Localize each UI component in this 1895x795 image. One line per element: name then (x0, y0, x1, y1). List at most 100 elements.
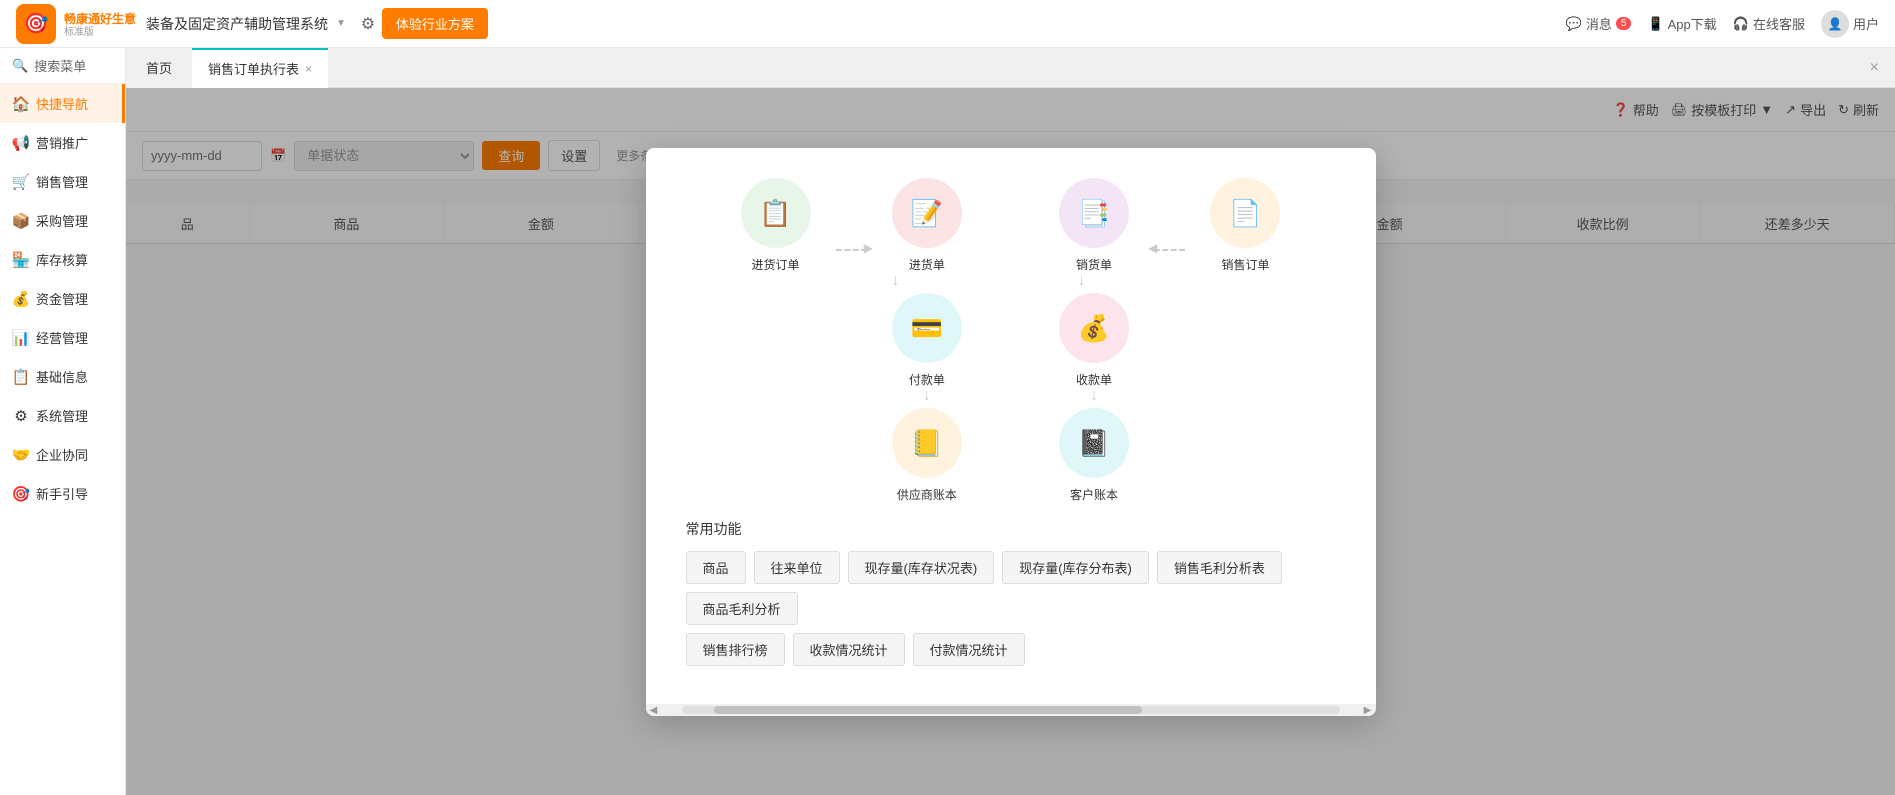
message-badge: 5 (1616, 17, 1632, 30)
scrollbar-thumb[interactable] (714, 706, 1142, 714)
brand-name: 畅康通好生意 (64, 12, 136, 26)
payment-slip-circle: 💳 (892, 293, 962, 363)
arrow-order-to-sales: ◀ (1154, 249, 1185, 273)
down-arrow-purchase-slip: ↓ (836, 273, 956, 289)
flow-customer-account[interactable]: 📓 客户账本 (1034, 408, 1154, 503)
flow-sales-slip[interactable]: 📑 销货单 (1034, 178, 1154, 273)
payment-slip-label: 付款单 (909, 371, 945, 388)
app-download-button[interactable]: 📱 App下载 (1647, 14, 1716, 33)
sidebar-item-operation[interactable]: 📊 经营管理 (0, 318, 125, 357)
sidebar-item-label-purchase: 采购管理 (36, 211, 88, 230)
func-btn-sales-rank[interactable]: 销售排行榜 (686, 633, 785, 666)
sidebar-item-purchase[interactable]: 📦 采购管理 (0, 201, 125, 240)
tab-home-label: 首页 (146, 58, 172, 77)
tab-sales-order[interactable]: 销售订单执行表 × (192, 48, 328, 88)
flow-receipt-slip[interactable]: 💰 收款单 (1034, 293, 1154, 388)
purchase-icon: 📦 (12, 212, 30, 230)
sales-order-circle: 📄 (1210, 178, 1280, 248)
scrollbar-track (682, 706, 1340, 714)
content-body: ❓ 帮助 🖨 按模板打印 ▼ ↗ 导出 ↻ 刷新 (126, 88, 1895, 795)
customer-account-circle: 📓 (1059, 408, 1129, 478)
scroll-left-button[interactable]: ◀ (646, 702, 662, 716)
sidebar-item-basic[interactable]: 📋 基础信息 (0, 357, 125, 396)
basic-icon: 📋 (12, 368, 30, 386)
down-arrow-purchase (716, 273, 836, 289)
func-btn-goods-profit[interactable]: 商品毛利分析 (686, 592, 798, 625)
app-download-label: App下载 (1668, 14, 1717, 33)
flow-supplier-account[interactable]: 📒 供应商账本 (867, 408, 987, 503)
flow-sales-order[interactable]: 📄 销售订单 (1185, 178, 1305, 273)
system-title-text: 装备及固定资产辅助管理系统 (146, 14, 328, 34)
sidebar-item-marketing[interactable]: 📢 营销推广 (0, 123, 125, 162)
down-arrow-receipt: ↓ (1034, 388, 1154, 404)
service-icon: 🎧 (1733, 16, 1749, 32)
purchase-order-circle: 📋 (741, 178, 811, 248)
search-menu-label: 搜索菜单 (34, 56, 86, 75)
func-btn-receipt-stats[interactable]: 收款情况统计 (793, 633, 905, 666)
user-area[interactable]: 👤 用户 (1821, 10, 1879, 38)
operation-icon: 📊 (12, 329, 30, 347)
sidebar-item-system[interactable]: ⚙ 系统管理 (0, 396, 125, 435)
spacer2-col4 (1154, 388, 1185, 404)
sidebar-item-label-newbie: 新手引导 (36, 484, 88, 503)
sidebar-item-inventory[interactable]: 🏪 库存核算 (0, 240, 125, 279)
sidebar-item-quick-nav[interactable]: 🏠 快捷导航 (0, 84, 125, 123)
user-name: 用户 (1853, 14, 1879, 33)
modal-overlay[interactable]: 📋 进货订单 ▶ (126, 88, 1895, 795)
purchase-order-label: 进货订单 (751, 256, 799, 273)
tab-close-icon[interactable]: × (305, 62, 312, 76)
supplier-account-label: 供应商账本 (897, 486, 957, 503)
down-spacer (956, 273, 1022, 289)
func-btn-stock-dist[interactable]: 现存量(库存分布表) (1002, 551, 1149, 584)
brand-sub: 标准版 (64, 27, 136, 39)
flow-purchase-order[interactable]: 📋 进货订单 (716, 178, 836, 273)
flow-purchase-slip[interactable]: 📝 进货单 (867, 178, 987, 273)
top-right-area: 💬 消息 5 📱 App下载 🎧 在线客服 👤 用户 (1566, 10, 1879, 38)
message-button[interactable]: 💬 消息 5 (1566, 14, 1632, 33)
sidebar-item-label-operation: 经营管理 (36, 328, 88, 347)
func-btn-partners[interactable]: 往来单位 (754, 551, 840, 584)
func-btn-payment-stats[interactable]: 付款情况统计 (913, 633, 1025, 666)
sidebar-item-label-cooperation: 企业协同 (36, 445, 88, 464)
supplier-account-circle: 📒 (892, 408, 962, 478)
sidebar-item-label-quick-nav: 快捷导航 (36, 94, 88, 113)
modal-scrollbar: ◀ ▶ (646, 704, 1376, 716)
tab-bar: 首页 销售订单执行表 × × (126, 48, 1895, 88)
scroll-right-button[interactable]: ▶ (1360, 702, 1376, 716)
func-btn-stock-status[interactable]: 现存量(库存状况表) (848, 551, 995, 584)
app-icon: 📱 (1647, 16, 1663, 32)
search-menu[interactable]: 🔍 搜索菜单 (0, 48, 125, 84)
spacer2-col2 (836, 388, 867, 404)
down-arrow-sales-slip: ↓ (1022, 273, 1142, 289)
online-service-button[interactable]: 🎧 在线客服 (1733, 14, 1805, 33)
marketing-icon: 📢 (12, 134, 30, 152)
message-icon: 💬 (1566, 16, 1582, 32)
top-bar: 🎯 畅康通好生意 标准版 装备及固定资产辅助管理系统 ▼ ⚙ 体验行业方案 💬 … (0, 0, 1895, 48)
spacer2-col5 (1185, 388, 1305, 404)
arrow-purchase-to-slip: ▶ (836, 249, 867, 273)
system-dropdown-arrow[interactable]: ▼ (336, 18, 346, 29)
sidebar-item-finance[interactable]: 💰 资金管理 (0, 279, 125, 318)
system-icon: ⚙ (12, 407, 30, 425)
newbie-icon: 🎯 (12, 485, 30, 503)
sales-icon: 🛒 (12, 173, 30, 191)
sidebar-item-cooperation[interactable]: 🤝 企业协同 (0, 435, 125, 474)
receipt-slip-circle: 💰 (1059, 293, 1129, 363)
logo-area: 🎯 畅康通好生意 标准版 (16, 4, 136, 44)
window-close-button[interactable]: × (1854, 51, 1895, 85)
purchase-slip-circle: 📝 (892, 178, 962, 248)
tab-home[interactable]: 首页 (126, 48, 192, 88)
quick-nav-icon: 🏠 (12, 95, 30, 113)
flow-payment-slip[interactable]: 💳 付款单 (867, 293, 987, 388)
modal-dialog: 📋 进货订单 ▶ (646, 148, 1376, 716)
sidebar-item-sales[interactable]: 🛒 销售管理 (0, 162, 125, 201)
system-title-area: 装备及固定资产辅助管理系统 ▼ ⚙ (146, 10, 382, 38)
trial-button[interactable]: 体验行业方案 (382, 8, 488, 39)
settings-gear-button[interactable]: ⚙ (354, 10, 382, 38)
sidebar: 🔍 搜索菜单 🏠 快捷导航 📢 营销推广 🛒 销售管理 📦 采购管理 🏪 (0, 48, 126, 795)
sidebar-item-newbie[interactable]: 🎯 新手引导 (0, 474, 125, 513)
func-btn-goods[interactable]: 商品 (686, 551, 746, 584)
modal-content: 📋 进货订单 ▶ (646, 148, 1376, 704)
down-spacer2 (1142, 273, 1186, 289)
func-btn-sales-profit[interactable]: 销售毛利分析表 (1157, 551, 1282, 584)
